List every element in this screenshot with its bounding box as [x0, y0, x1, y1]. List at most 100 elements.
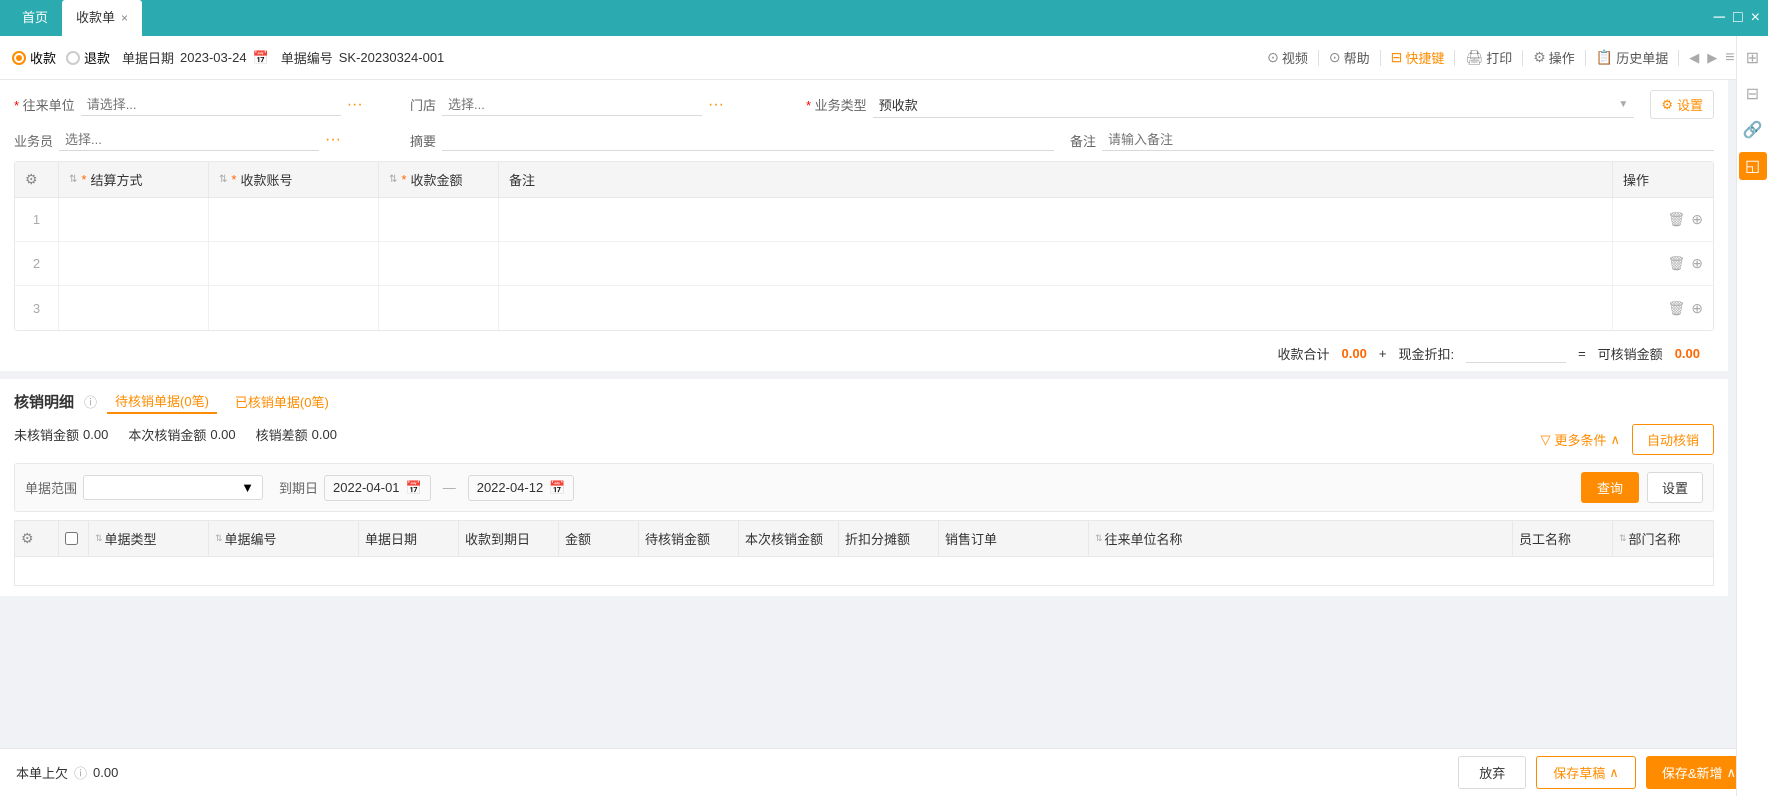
- due-date-start[interactable]: 2022-04-01 📅: [324, 475, 431, 501]
- row-2-delete-icon[interactable]: 🗑: [1667, 255, 1685, 272]
- sort-counterparty-icon: ⇅: [1095, 533, 1103, 544]
- th-method: ⇅ *结算方式: [59, 162, 209, 197]
- row-1-delete-icon[interactable]: 🗑: [1667, 211, 1685, 228]
- list-icon[interactable]: ≡: [1725, 49, 1734, 67]
- row-1-amount[interactable]: [379, 198, 499, 241]
- filter-setting-btn[interactable]: 设置: [1647, 472, 1703, 503]
- range-chevron-icon: ▼: [241, 480, 254, 495]
- range-select[interactable]: ▼: [83, 475, 263, 500]
- history-btn[interactable]: 📋 历史单据: [1596, 48, 1668, 67]
- video-btn[interactable]: ⊙ 视频: [1267, 48, 1308, 67]
- row-2-copy-icon[interactable]: ⊕: [1691, 255, 1703, 272]
- discard-button[interactable]: 放弃: [1458, 756, 1526, 789]
- info-icon[interactable]: ⓘ: [84, 392, 97, 411]
- operation-btn[interactable]: ⚙ 操作: [1533, 48, 1575, 67]
- filter-actions: 查询 设置: [1581, 472, 1703, 503]
- staff-more-icon[interactable]: ···: [325, 131, 341, 149]
- rp-expand-icon[interactable]: ◱: [1739, 152, 1767, 180]
- filter-row: 单据范围 ▼ 到期日 2022-04-01 📅 — 2022-04-12 📅 查…: [14, 463, 1714, 512]
- toolbar: 收款 退款 单据日期 2023-03-24 📅 单据编号 SK-20230324…: [0, 36, 1768, 80]
- row-2-amount[interactable]: [379, 242, 499, 285]
- divider4: [1522, 50, 1523, 66]
- row-3-delete-icon[interactable]: 🗑: [1667, 300, 1685, 317]
- toolbar-right: ⊙ 视频 ⊙ 帮助 ⊟ 快捷键 🖨 打印 ⚙ 操作 📋 历史单据 ◀ ▶: [1267, 48, 1756, 68]
- row-3-amount[interactable]: [379, 286, 499, 330]
- store-more-icon[interactable]: ···: [708, 96, 724, 114]
- bth-date: 单据日期: [359, 521, 459, 556]
- rp-link-icon[interactable]: 🔗: [1739, 116, 1767, 144]
- th-gear[interactable]: ⚙: [15, 162, 59, 197]
- pending-tab[interactable]: 待核销单据(0笔): [107, 389, 217, 414]
- bth-gear[interactable]: ⚙: [15, 521, 59, 556]
- shortcut-btn[interactable]: ⊟ 快捷键: [1391, 48, 1445, 67]
- form-row-1: 往来单位 ··· 门店 ··· 业务类型 预收款 ▼ ⚙ 设置: [14, 90, 1714, 119]
- form-row-2: 业务员 ··· 摘要 备注: [14, 129, 1714, 151]
- business-type-select[interactable]: 预收款 ▼: [873, 92, 1635, 118]
- table-row: 2 🗑 ⊕: [15, 242, 1713, 286]
- row-2-method[interactable]: [59, 242, 209, 285]
- row-3-remark[interactable]: [499, 286, 1613, 330]
- row-2-remark[interactable]: [499, 242, 1613, 285]
- more-conditions-btn[interactable]: ▽ 更多条件 ∧: [1540, 430, 1620, 449]
- bottom-gear-icon[interactable]: ⚙: [21, 530, 34, 547]
- arrow-left-icon[interactable]: ◀: [1689, 50, 1699, 66]
- counterparty-label: 往来单位: [14, 95, 75, 114]
- row-1-remark[interactable]: [499, 198, 1613, 241]
- discount-input[interactable]: [1466, 343, 1566, 363]
- divider3: [1454, 50, 1455, 66]
- section-divider: [0, 371, 1728, 379]
- store-input[interactable]: [442, 94, 702, 116]
- print-btn[interactable]: 🖨 打印: [1465, 48, 1512, 67]
- row-1-account[interactable]: [209, 198, 379, 241]
- row-1-copy-icon[interactable]: ⊕: [1691, 211, 1703, 228]
- calendar-icon[interactable]: 📅: [253, 50, 269, 66]
- plus-sign: +: [1379, 346, 1387, 361]
- counterparty-input[interactable]: [81, 94, 341, 116]
- row-3-method[interactable]: [59, 286, 209, 330]
- done-tab[interactable]: 已核销单据(0笔): [227, 390, 337, 413]
- minimize-icon[interactable]: ─: [1714, 9, 1725, 27]
- footer-info-icon[interactable]: ⓘ: [74, 763, 87, 782]
- row-3-account[interactable]: [209, 286, 379, 330]
- row-3-copy-icon[interactable]: ⊕: [1691, 300, 1703, 317]
- sort-icon-amount: ⇅: [389, 174, 397, 185]
- save-draft-button[interactable]: 保存草稿 ∧: [1536, 756, 1636, 789]
- remark-input[interactable]: [1102, 129, 1714, 151]
- filter-icon: ▽: [1540, 432, 1550, 448]
- help-btn[interactable]: ⊙ 帮助: [1329, 48, 1370, 67]
- discount-label: 现金折扣:: [1398, 344, 1454, 363]
- due-date-end[interactable]: 2022-04-12 📅: [468, 475, 575, 501]
- radio-receive[interactable]: 收款: [12, 48, 56, 67]
- help-icon: ⊙: [1329, 49, 1341, 66]
- gear-icon: ⚙: [1661, 97, 1673, 113]
- rp-table-icon[interactable]: ⊞: [1739, 44, 1767, 72]
- tab-close-icon[interactable]: ×: [121, 0, 128, 36]
- radio-return[interactable]: 退款: [66, 48, 110, 67]
- summary-input[interactable]: [442, 129, 1054, 151]
- arrow-right-icon[interactable]: ▶: [1707, 50, 1717, 66]
- footer: 本单上欠 ⓘ 0.00 放弃 保存草稿 ∧ 保存&新增 ∧: [0, 748, 1768, 796]
- staff-input[interactable]: [59, 129, 319, 151]
- table-gear-icon[interactable]: ⚙: [25, 171, 38, 188]
- settings-button[interactable]: ⚙ 设置: [1650, 90, 1714, 119]
- window-close-icon[interactable]: ×: [1751, 9, 1760, 27]
- query-button[interactable]: 查询: [1581, 472, 1639, 503]
- maximize-icon[interactable]: □: [1733, 9, 1743, 27]
- divider1: [1318, 50, 1319, 66]
- row-1-method[interactable]: [59, 198, 209, 241]
- right-panel: ⊞ ⊟ 🔗 ◱: [1736, 36, 1768, 796]
- select-all-checkbox[interactable]: [65, 532, 78, 545]
- divider6: [1678, 50, 1679, 66]
- verification-section: 核销明细 ⓘ 待核销单据(0笔) 已核销单据(0笔) 未核销金额 0.00 本次…: [0, 379, 1728, 596]
- rp-list-icon[interactable]: ⊟: [1739, 80, 1767, 108]
- row-1-seq: 1: [15, 198, 59, 241]
- verif-title: 核销明细: [14, 391, 74, 412]
- bth-check[interactable]: [59, 521, 89, 556]
- tab-home[interactable]: 首页: [8, 0, 62, 36]
- tab-active[interactable]: 收款单 ×: [62, 0, 142, 36]
- bth-number: ⇅ 单据编号: [209, 521, 359, 556]
- calendar-end-icon: 📅: [549, 480, 565, 496]
- auto-verify-btn[interactable]: 自动核销: [1632, 424, 1714, 455]
- row-2-account[interactable]: [209, 242, 379, 285]
- counterparty-more-icon[interactable]: ···: [347, 96, 363, 114]
